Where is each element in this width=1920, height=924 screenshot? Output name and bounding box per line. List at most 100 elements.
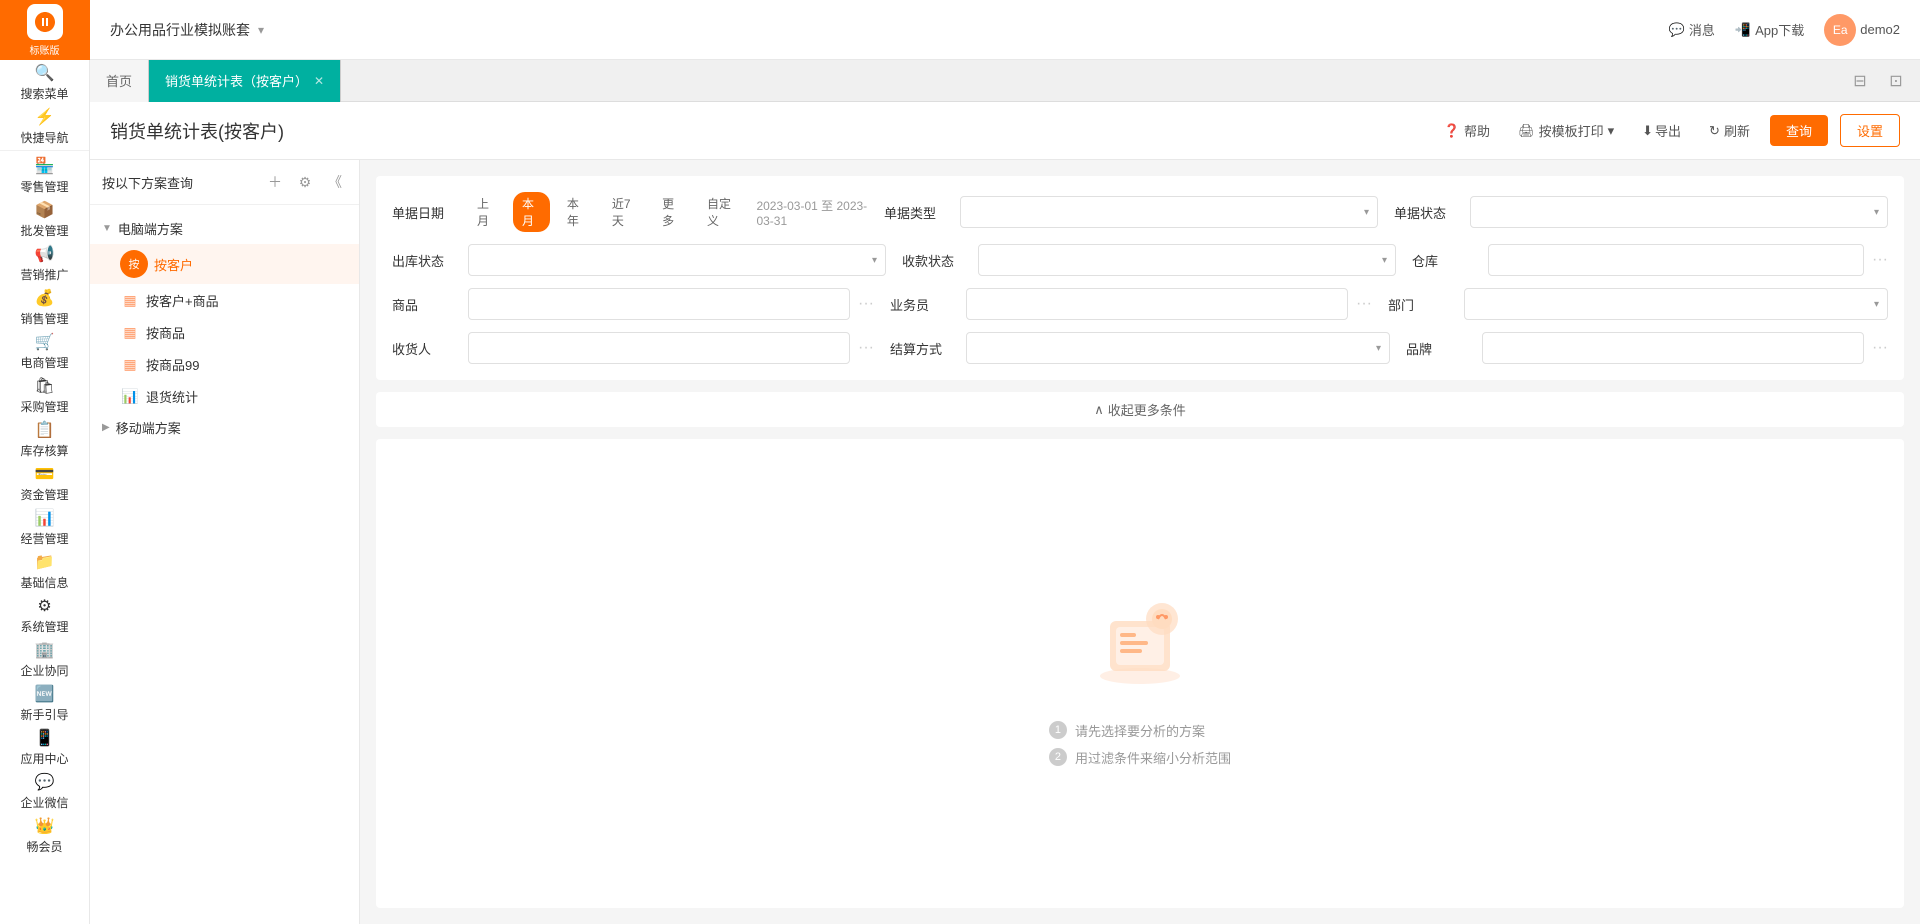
print-label: 按模板打印 — [1539, 121, 1604, 140]
tree-item-by-customer[interactable]: 按 按客户 — [90, 244, 359, 284]
user-menu[interactable]: Ea demo2 — [1824, 14, 1900, 46]
avatar: Ea — [1824, 14, 1856, 46]
tree-item-return-stat[interactable]: 📊 退货统计 — [90, 380, 359, 412]
sidebar-item-label: 零售管理 — [20, 178, 68, 195]
sidebar-item-sales[interactable]: 💰 销售管理 — [0, 285, 90, 329]
query-button[interactable]: 查询 — [1770, 115, 1828, 146]
shortcut-this-month[interactable]: 本月 — [513, 192, 550, 232]
dept-select[interactable]: ▾ — [1464, 288, 1888, 320]
doc-status-select[interactable]: ▾ — [1470, 196, 1888, 228]
collapse-conditions-bar[interactable]: ∧ 收起更多条件 — [376, 392, 1904, 427]
print-button[interactable]: 🖨 按模板打印 ▾ — [1510, 117, 1622, 144]
consignee-select[interactable] — [468, 332, 850, 364]
header-company-title: 办公用品行业模拟账套 — [110, 20, 250, 40]
tip-num-1: 1 — [1049, 721, 1067, 739]
product-select[interactable] — [468, 288, 850, 320]
tree-item-by-product-99[interactable]: ▦ 按商品99 — [90, 348, 359, 380]
shortcut-this-year[interactable]: 本年 — [558, 192, 595, 232]
tree-group-desktop-header[interactable]: ▼ 电脑端方案 — [90, 213, 359, 244]
download-icon: 📲 — [1735, 22, 1751, 38]
shortcut-last-month[interactable]: 上月 — [468, 192, 505, 232]
tree-item-by-product[interactable]: ▦ 按商品 — [90, 316, 359, 348]
sidebar-item-purchase[interactable]: 🛍 采购管理 — [0, 373, 90, 417]
edit-scheme-button[interactable]: ⚙ — [293, 170, 317, 194]
sidebar-item-newuser[interactable]: 🆕 新手引导 — [0, 681, 90, 725]
date-range-text: 2023-03-01 至 2023-03-31 — [756, 197, 868, 228]
payment-method-select[interactable]: ▾ — [966, 332, 1390, 364]
brand-dots[interactable]: ··· — [1872, 339, 1888, 357]
sidebar-item-label: 资金管理 — [20, 486, 68, 503]
basic-icon: 📁 — [35, 552, 55, 572]
empty-tip-2: 2 用过滤条件来缩小分析范围 — [1049, 748, 1231, 767]
sidebar-item-wholesale[interactable]: 📦 批发管理 — [0, 197, 90, 241]
collapse-up-icon: ∧ — [1094, 402, 1104, 418]
window-minimize-button[interactable]: ⊟ — [1846, 67, 1874, 95]
sidebar-item-operations[interactable]: 📊 经营管理 — [0, 505, 90, 549]
user-name: demo2 — [1860, 22, 1900, 37]
refresh-icon: ↻ — [1709, 123, 1720, 139]
sidebar-item-label: 新手引导 — [20, 706, 68, 723]
salesperson-select[interactable] — [966, 288, 1348, 320]
tree-item-by-customer-product[interactable]: ▦ 按客户+商品 — [90, 284, 359, 316]
add-scheme-button[interactable]: ＋ — [263, 170, 287, 194]
left-panel: 按以下方案查询 ＋ ⚙ 《 ▼ 电脑端方案 — [90, 160, 360, 924]
tip-num-2: 2 — [1049, 748, 1067, 766]
consignee-dots[interactable]: ··· — [858, 339, 874, 357]
header-dropdown-arrow[interactable]: ▾ — [258, 23, 264, 37]
app-download-button[interactable]: 📲 App下载 — [1735, 20, 1804, 39]
payment-arrow: ▾ — [1376, 343, 1381, 354]
tab-sales-stat[interactable]: 销货单统计表（按客户） ✕ — [149, 60, 341, 102]
doc-status-label: 单据状态 — [1394, 203, 1454, 222]
sidebar-item-appcenter[interactable]: 📱 应用中心 — [0, 725, 90, 769]
settings-button[interactable]: 设置 — [1840, 114, 1900, 147]
nav-icon: ⚡ — [35, 107, 55, 127]
sidebar-item-retail[interactable]: 🏪 零售管理 — [0, 153, 90, 197]
shortcut-more[interactable]: 更多 — [653, 192, 690, 232]
sidebar-item-finance[interactable]: 💳 资金管理 — [0, 461, 90, 505]
sidebar-item-inventory[interactable]: 📋 库存核算 — [0, 417, 90, 461]
sidebar: 标账版 🔍 搜索菜单 ⚡ 快捷导航 🏪 零售管理 📦 批发管理 📢 营销推广 💰… — [0, 0, 90, 924]
warehouse-select[interactable] — [1488, 244, 1864, 276]
sidebar-item-label: 批发管理 — [20, 222, 68, 239]
sidebar-item-label: 畅会员 — [26, 838, 62, 855]
tree-group-mobile-header[interactable]: ▶ 移动端方案 — [90, 412, 359, 443]
marketing-icon: 📢 — [35, 244, 55, 264]
shortcut-custom[interactable]: 自定义 — [698, 192, 744, 232]
sidebar-item-member[interactable]: 👑 畅会员 — [0, 813, 90, 857]
tree-item-label: 退货统计 — [146, 387, 198, 406]
sidebar-item-wechat[interactable]: 💬 企业微信 — [0, 769, 90, 813]
doc-type-select[interactable]: ▾ — [960, 196, 1378, 228]
sidebar-item-enterprise[interactable]: 🏢 企业协同 — [0, 637, 90, 681]
date-shortcuts: 上月 本月 本年 近7天 更多 自定义 2023-03-01 至 2023-03… — [468, 192, 868, 232]
customer-scheme-icon: 按 — [120, 250, 148, 278]
sidebar-item-search[interactable]: 🔍 搜索菜单 — [0, 60, 90, 104]
product-dots[interactable]: ··· — [858, 295, 874, 313]
tab-close-button[interactable]: ✕ — [314, 74, 324, 88]
sidebar-item-marketing[interactable]: 📢 营销推广 — [0, 241, 90, 285]
collapse-panel-button[interactable]: 《 — [323, 170, 347, 194]
salesperson-dots[interactable]: ··· — [1356, 295, 1372, 313]
page-title: 销货单统计表(按客户) — [110, 118, 284, 156]
sidebar-item-system[interactable]: ⚙ 系统管理 — [0, 593, 90, 637]
window-maximize-button[interactable]: ⊡ — [1882, 67, 1910, 95]
sidebar-item-label: 系统管理 — [20, 618, 68, 635]
sidebar-item-basic[interactable]: 📁 基础信息 — [0, 549, 90, 593]
receipt-status-select[interactable]: ▾ — [978, 244, 1396, 276]
tab-home[interactable]: 首页 — [90, 60, 149, 102]
shortcut-last-7-days[interactable]: 近7天 — [603, 192, 645, 232]
message-icon: 💬 — [1669, 22, 1685, 38]
out-status-select[interactable]: ▾ — [468, 244, 886, 276]
member-icon: 👑 — [35, 816, 55, 836]
body-area: 按以下方案查询 ＋ ⚙ 《 ▼ 电脑端方案 — [90, 160, 1920, 924]
warehouse-dots[interactable]: ··· — [1872, 251, 1888, 269]
export-button[interactable]: ⬇ 导出 — [1634, 117, 1689, 144]
collapse-label: 收起更多条件 — [1108, 400, 1186, 419]
sidebar-item-quick-nav[interactable]: ⚡ 快捷导航 — [0, 104, 90, 148]
sidebar-item-label: 营销推广 — [20, 266, 68, 283]
tree-item-label: 按客户 — [154, 255, 193, 274]
help-button[interactable]: ❓ 帮助 — [1436, 117, 1498, 144]
brand-select[interactable] — [1482, 332, 1864, 364]
sidebar-item-ecommerce[interactable]: 🛒 电商管理 — [0, 329, 90, 373]
message-button[interactable]: 💬 消息 — [1669, 20, 1715, 39]
refresh-button[interactable]: ↻ 刷新 — [1701, 117, 1758, 144]
